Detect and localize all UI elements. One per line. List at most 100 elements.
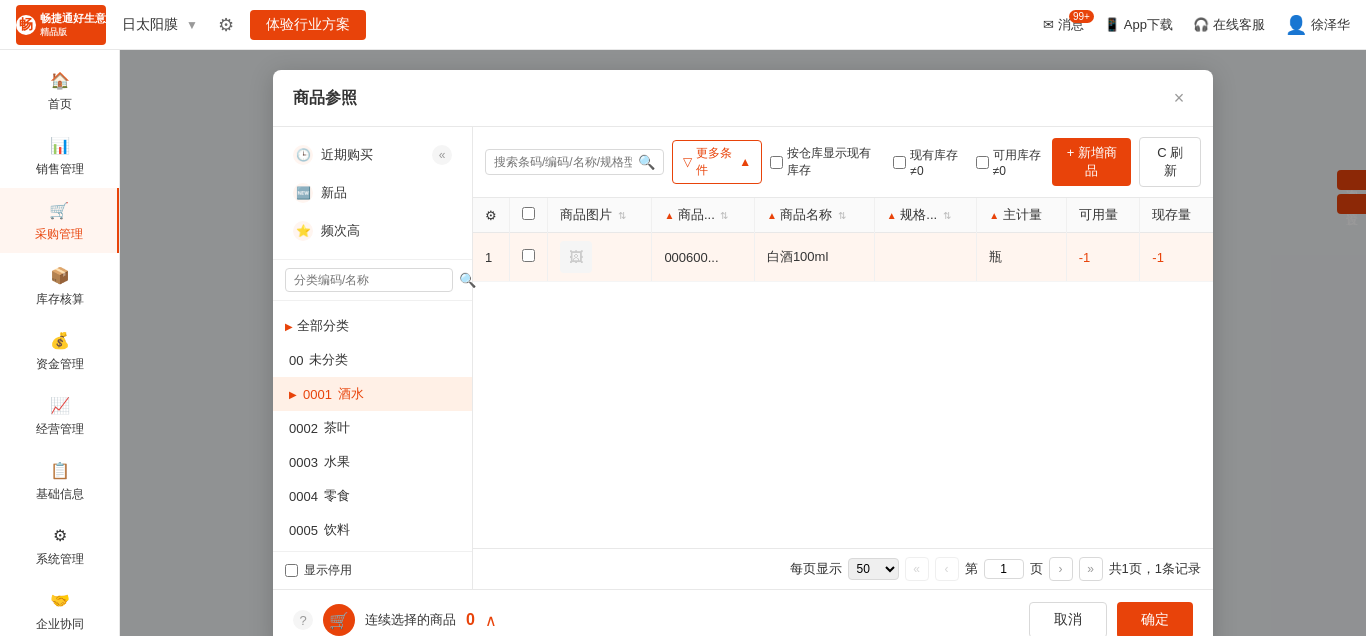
new-product-item[interactable]: 🆕 新品: [285, 177, 460, 209]
inventory-icon: 📦: [48, 263, 72, 287]
sidebar-item-sales[interactable]: 📊 销售管理: [0, 123, 119, 188]
collapse-btn[interactable]: «: [432, 145, 452, 165]
by-warehouse-checkbox[interactable]: [770, 156, 783, 169]
right-panel: 🔍 ▽ 更多条件 ▲ 按仓库显示现有库存: [473, 127, 1213, 589]
refresh-button[interactable]: C 刷新: [1139, 137, 1201, 187]
last-page-btn[interactable]: »: [1079, 557, 1103, 581]
row-unit: 瓶: [977, 233, 1066, 282]
sidebar-item-purchase[interactable]: 🛒 采购管理: [0, 188, 119, 253]
notifications-btn[interactable]: ✉ 消息 99+: [1043, 16, 1084, 34]
category-fruit[interactable]: 0003 水果: [273, 445, 472, 479]
th-image: 商品图片 ⇅: [548, 198, 652, 233]
category-beverage[interactable]: 0005 饮料: [273, 513, 472, 547]
recent-purchase-item[interactable]: 🕒 近期购买 «: [285, 139, 460, 171]
spec-sort-icon-left: ▲: [887, 210, 897, 221]
confirm-button[interactable]: 确定: [1117, 602, 1193, 636]
category-all[interactable]: ▶ 全部分类: [273, 309, 472, 343]
filter-checkboxes: 按仓库显示现有库存 现有库存≠0 可用库存≠0: [770, 145, 1044, 179]
total-label: 共1页，1条记录: [1109, 560, 1201, 578]
row-image: 🖼: [548, 233, 652, 282]
help-icon[interactable]: ?: [293, 610, 313, 630]
page-number-input[interactable]: [984, 559, 1024, 579]
sort-up-icon: ▲: [664, 210, 674, 221]
user-menu[interactable]: 👤 徐泽华: [1285, 14, 1350, 36]
category-search-input[interactable]: [285, 268, 453, 292]
next-page-btn[interactable]: ›: [1049, 557, 1073, 581]
left-panel-top: 🕒 近期购买 « 🆕 新品 ⭐ 频次高: [273, 127, 472, 260]
th-stock: 现存量: [1140, 198, 1213, 233]
show-disabled-checkbox[interactable]: [285, 564, 298, 577]
unit-sort-icon-left: ▲: [989, 210, 999, 221]
product-thumb: 🖼: [560, 241, 592, 273]
toolbar-right: + 新增商品 C 刷新: [1052, 137, 1201, 187]
row-select-checkbox[interactable]: [522, 249, 535, 262]
spec-sort-icon: ⇅: [943, 210, 951, 221]
prev-page-btn[interactable]: ‹: [935, 557, 959, 581]
sidebar-item-system[interactable]: ⚙ 系统管理: [0, 513, 119, 578]
product-search-input[interactable]: [494, 155, 632, 169]
settings-gear-icon[interactable]: ⚙: [485, 208, 497, 223]
frequent-item[interactable]: ⭐ 频次高: [285, 215, 460, 247]
sales-icon: 📊: [48, 133, 72, 157]
logo-text: 畅捷通好生意 精品版: [40, 11, 106, 39]
cart-collapse-icon[interactable]: ∧: [485, 611, 497, 630]
name-sort-icon: ⇅: [838, 210, 846, 221]
sidebar-item-operation[interactable]: 📈 经营管理: [0, 383, 119, 448]
sidebar-item-inventory[interactable]: 📦 库存核算: [0, 253, 119, 318]
by-warehouse-label[interactable]: 按仓库显示现有库存: [770, 145, 879, 179]
left-panel: 🕒 近期购买 « 🆕 新品 ⭐ 频次高: [273, 127, 473, 589]
store-dropdown[interactable]: 日太阳膜 ▼: [122, 16, 198, 34]
row-checkbox[interactable]: [510, 233, 548, 282]
left-panel-bottom: 显示停用: [273, 551, 472, 589]
notifications-badge: 99+: [1069, 10, 1094, 23]
sidebar-item-enterprise[interactable]: 🤝 企业协同: [0, 578, 119, 636]
category-search-row: 🔍: [273, 260, 472, 301]
per-page-select[interactable]: 50 100 200: [848, 558, 899, 580]
show-disabled-label[interactable]: 显示停用: [285, 562, 460, 579]
th-settings: ⚙: [473, 198, 510, 233]
pagination: 每页显示 50 100 200 « ‹ 第 页 ›: [473, 548, 1213, 589]
th-unit: ▲ 主计量: [977, 198, 1066, 233]
product-search-bar: 🔍: [485, 149, 664, 175]
active-arrow-icon: ▶: [289, 389, 297, 400]
filter-btn[interactable]: ▽ 更多条件 ▲: [672, 140, 762, 184]
settings-icon[interactable]: ⚙: [210, 9, 242, 41]
product-search-icon[interactable]: 🔍: [638, 154, 655, 170]
row-name: 白酒100ml: [754, 233, 874, 282]
category-unclassified[interactable]: 00 未分类: [273, 343, 472, 377]
cart-count: 0: [466, 611, 475, 629]
sidebar-item-home[interactable]: 🏠 首页: [0, 58, 119, 123]
filter-icon: ▽: [683, 155, 692, 169]
cta-button[interactable]: 体验行业方案: [250, 10, 366, 40]
basic-icon: 📋: [48, 458, 72, 482]
first-page-btn[interactable]: «: [905, 557, 929, 581]
navbar-right: ✉ 消息 99+ 📱 App下载 🎧 在线客服 👤 徐泽华: [1043, 14, 1350, 36]
nonzero-available-label[interactable]: 可用库存≠0: [976, 147, 1044, 178]
app-download-btn[interactable]: 📱 App下载: [1104, 16, 1173, 34]
page-label: 页: [1030, 560, 1043, 578]
table-row[interactable]: 1 🖼 000600... 白酒100ml: [473, 233, 1213, 282]
sidebar: 🏠 首页 📊 销售管理 🛒 采购管理 📦 库存核算 💰 资金管理 📈 经营管理 …: [0, 50, 120, 636]
category-tea[interactable]: 0002 茶叶: [273, 411, 472, 445]
modal-body: 🕒 近期购买 « 🆕 新品 ⭐ 频次高: [273, 127, 1213, 589]
sidebar-item-finance[interactable]: 💰 资金管理: [0, 318, 119, 383]
row-index: 1: [473, 233, 510, 282]
add-product-button[interactable]: + 新增商品: [1052, 138, 1131, 186]
select-all-checkbox[interactable]: [522, 207, 535, 220]
nonzero-stock-label[interactable]: 现有库存≠0: [893, 147, 961, 178]
nonzero-stock-checkbox[interactable]: [893, 156, 906, 169]
nonzero-available-checkbox[interactable]: [976, 156, 989, 169]
product-table-container: ⚙ 商品图片 ⇅: [473, 198, 1213, 548]
online-service-btn[interactable]: 🎧 在线客服: [1193, 16, 1265, 34]
dropdown-arrow-icon: ▼: [186, 18, 198, 32]
category-liquor[interactable]: ▶ 0001 酒水: [273, 377, 472, 411]
enterprise-icon: 🤝: [48, 588, 72, 612]
sidebar-item-basic[interactable]: 📋 基础信息: [0, 448, 119, 513]
home-icon: 🏠: [48, 68, 72, 92]
modal-close-button[interactable]: ×: [1165, 84, 1193, 112]
filter-arrow-icon: ▲: [739, 155, 751, 169]
new-icon: 🆕: [293, 183, 313, 203]
cart-icon[interactable]: 🛒: [323, 604, 355, 636]
cancel-button[interactable]: 取消: [1029, 602, 1107, 636]
category-snack[interactable]: 0004 零食: [273, 479, 472, 513]
